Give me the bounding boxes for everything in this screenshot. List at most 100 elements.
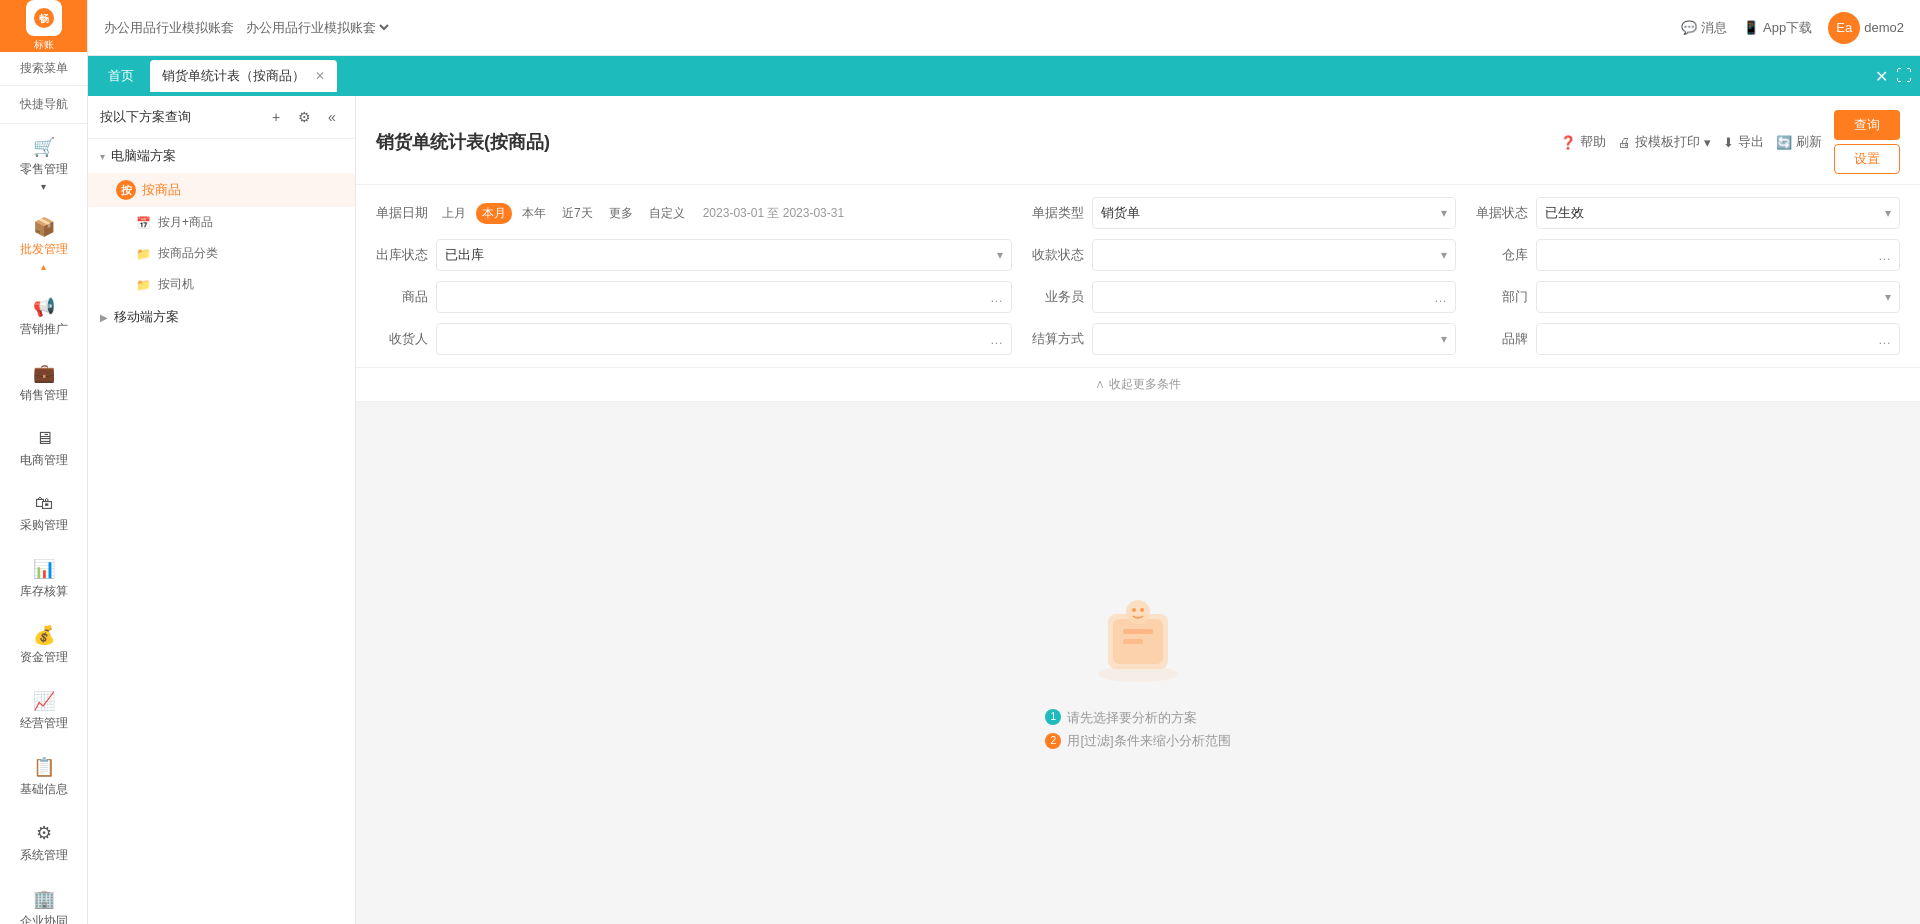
- sidebar-search-label[interactable]: 搜索菜单: [20, 61, 68, 75]
- sub-item-icon: 📁: [136, 278, 152, 292]
- empty-steps: 1 请先选择要分析的方案 2 用[过滤]条件来缩小分析范围: [1045, 706, 1230, 753]
- template-print-btn[interactable]: 🖨 按模板打印 ▾: [1618, 133, 1711, 151]
- filter-goods: 商品 …: [376, 281, 1012, 313]
- industry-dropdown[interactable]: 办公用品行业模拟账套: [242, 19, 392, 36]
- tab-home[interactable]: 首页: [96, 60, 146, 92]
- sidebar-item-inventory[interactable]: 📊 库存核算: [0, 546, 87, 612]
- sidebar-item-sales[interactable]: 💼 销售管理: [0, 350, 87, 416]
- system-icon: ⚙: [36, 822, 52, 844]
- goods-label: 商品: [376, 288, 436, 306]
- user-label: demo2: [1864, 20, 1904, 35]
- sidebar-item-wholesale[interactable]: 📦 批发管理 ▴: [0, 204, 87, 284]
- enterprise-icon: 🏢: [33, 888, 55, 910]
- collapse-label: ∧ 收起更多条件: [1095, 377, 1180, 391]
- app-download-btn[interactable]: 📱 App下载: [1743, 19, 1812, 37]
- print-arrow-icon: ▾: [1704, 135, 1711, 150]
- salesman-value[interactable]: …: [1092, 281, 1456, 313]
- data-area: 1 请先选择要分析的方案 2 用[过滤]条件来缩小分析范围: [356, 402, 1920, 924]
- refresh-btn[interactable]: 🔄 刷新: [1776, 133, 1822, 151]
- scheme-group-header-mobile[interactable]: ▶ 移动端方案: [88, 300, 355, 334]
- consignee-more-icon[interactable]: …: [990, 332, 1003, 347]
- filter-doc-type: 单据类型 销货单 ▾: [1032, 197, 1456, 229]
- collapse-bar[interactable]: ∧ 收起更多条件: [356, 368, 1920, 402]
- query-btn[interactable]: 查询: [1834, 110, 1900, 140]
- help-label: 帮助: [1580, 133, 1606, 151]
- tab-close-icon[interactable]: ✕: [315, 69, 325, 83]
- dept-arrow-icon: ▾: [1885, 290, 1891, 304]
- sidebar-item-system[interactable]: ⚙ 系统管理: [0, 810, 87, 876]
- scheme-item-by-category[interactable]: 📁 按商品分类: [88, 238, 355, 269]
- date-tab-last-month[interactable]: 上月: [436, 203, 472, 224]
- scheme-item-by-cashier[interactable]: 📁 按司机: [88, 269, 355, 300]
- doc-status-value[interactable]: 已生效 ▾: [1536, 197, 1900, 229]
- sidebar-item-marketing[interactable]: 📢 营销推广: [0, 284, 87, 350]
- purchase-icon: 🛍: [35, 493, 53, 514]
- help-btn[interactable]: ❓ 帮助: [1560, 133, 1606, 151]
- sidebar-item-purchase[interactable]: 🛍 采购管理: [0, 481, 87, 546]
- date-label: 单据日期: [376, 204, 436, 222]
- storage-more-icon[interactable]: …: [1878, 248, 1891, 263]
- collapse-panel-btn[interactable]: «: [321, 106, 343, 128]
- scheme-group-desktop: ▾ 电脑端方案 按 按商品 📅 按月+商品 📁 按商品分类 📁 按司机: [88, 139, 355, 300]
- filter-payment: 结算方式 ▾: [1032, 323, 1456, 355]
- payment-value[interactable]: ▾: [1092, 323, 1456, 355]
- filter-row-4: 收货人 … 结算方式 ▾: [376, 323, 1900, 355]
- sub-item-icon: 📅: [136, 216, 152, 230]
- filter-warehouse: 出库状态 已出库 ▾: [376, 239, 1012, 271]
- warehouse-value[interactable]: 已出库 ▾: [436, 239, 1012, 271]
- tabbar: 首页 销货单统计表（按商品） ✕ ✕ ⛶: [88, 56, 1920, 96]
- sidebar-nav: 🛒 零售管理 ▾ 📦 批发管理 ▴ 📢 营销推广 💼 销售管理 🖥 电商管理 🛍…: [0, 124, 87, 924]
- add-scheme-btn[interactable]: +: [265, 106, 287, 128]
- brand-value[interactable]: …: [1536, 323, 1900, 355]
- salesman-label: 业务员: [1032, 288, 1092, 306]
- goods-value[interactable]: …: [436, 281, 1012, 313]
- goods-more-icon[interactable]: …: [990, 290, 1003, 305]
- scheme-group-header-desktop[interactable]: ▾ 电脑端方案: [88, 139, 355, 173]
- storage-label: 仓库: [1476, 246, 1536, 264]
- date-tab-more[interactable]: 更多: [603, 203, 639, 224]
- date-range: 2023-03-01 至 2023-03-31: [703, 205, 844, 222]
- sidebar-item-label: 营销推广: [20, 321, 68, 338]
- filter-receipt: 收款状态 ▾: [1032, 239, 1456, 271]
- sidebar-item-retail[interactable]: 🛒 零售管理 ▾: [0, 124, 87, 204]
- user-avatar-area[interactable]: Ea demo2: [1828, 12, 1904, 44]
- doc-status-arrow-icon: ▾: [1885, 206, 1891, 220]
- sidebar-item-operation[interactable]: 📈 经营管理: [0, 678, 87, 744]
- sidebar-item-finance[interactable]: 💰 资金管理: [0, 612, 87, 678]
- filter-row-2: 出库状态 已出库 ▾ 收款状态 ▾: [376, 239, 1900, 271]
- date-tab-this-year[interactable]: 本年: [516, 203, 552, 224]
- consignee-label: 收货人: [376, 330, 436, 348]
- export-btn[interactable]: ⬇ 导出: [1723, 133, 1764, 151]
- receipt-value[interactable]: ▾: [1092, 239, 1456, 271]
- avatar-text: Ea: [1836, 20, 1852, 35]
- brand-more-icon[interactable]: …: [1878, 332, 1891, 347]
- finance-icon: 💰: [33, 624, 55, 646]
- settings-icon: ⚙: [298, 109, 311, 125]
- step-num-1: 1: [1045, 709, 1061, 725]
- sidebar-item-basic[interactable]: 📋 基础信息: [0, 744, 87, 810]
- message-btn[interactable]: 💬 消息: [1681, 19, 1727, 37]
- settings-btn[interactable]: 设置: [1834, 144, 1900, 174]
- sidebar-search[interactable]: 搜索菜单: [0, 52, 87, 86]
- settings-scheme-btn[interactable]: ⚙: [293, 106, 315, 128]
- tab-close-window-icon[interactable]: ✕: [1875, 67, 1888, 86]
- scheme-sub-item-label: 按商品分类: [158, 245, 218, 262]
- filter-row-3: 商品 … 业务员 …: [376, 281, 1900, 313]
- refresh-label: 刷新: [1796, 133, 1822, 151]
- dept-value[interactable]: ▾: [1536, 281, 1900, 313]
- consignee-value[interactable]: …: [436, 323, 1012, 355]
- date-tab-this-month[interactable]: 本月: [476, 203, 512, 224]
- filter-salesman: 业务员 …: [1032, 281, 1456, 313]
- scheme-item-by-goods[interactable]: 按 按商品: [88, 173, 355, 207]
- date-tab-custom[interactable]: 自定义: [643, 203, 691, 224]
- date-tab-last-7-days[interactable]: 近7天: [556, 203, 599, 224]
- tab-expand-icon[interactable]: ⛶: [1896, 67, 1912, 85]
- sidebar-item-ecommerce[interactable]: 🖥 电商管理: [0, 416, 87, 481]
- salesman-more-icon[interactable]: …: [1434, 290, 1447, 305]
- doc-type-value[interactable]: 销货单 ▾: [1092, 197, 1456, 229]
- date-tabs: 上月 本月 本年 近7天 更多 自定义: [436, 203, 691, 224]
- scheme-item-by-month-goods[interactable]: 📅 按月+商品: [88, 207, 355, 238]
- sidebar-item-enterprise[interactable]: 🏢 企业协同: [0, 876, 87, 924]
- tab-sales-report[interactable]: 销货单统计表（按商品） ✕: [150, 60, 337, 92]
- storage-value[interactable]: …: [1536, 239, 1900, 271]
